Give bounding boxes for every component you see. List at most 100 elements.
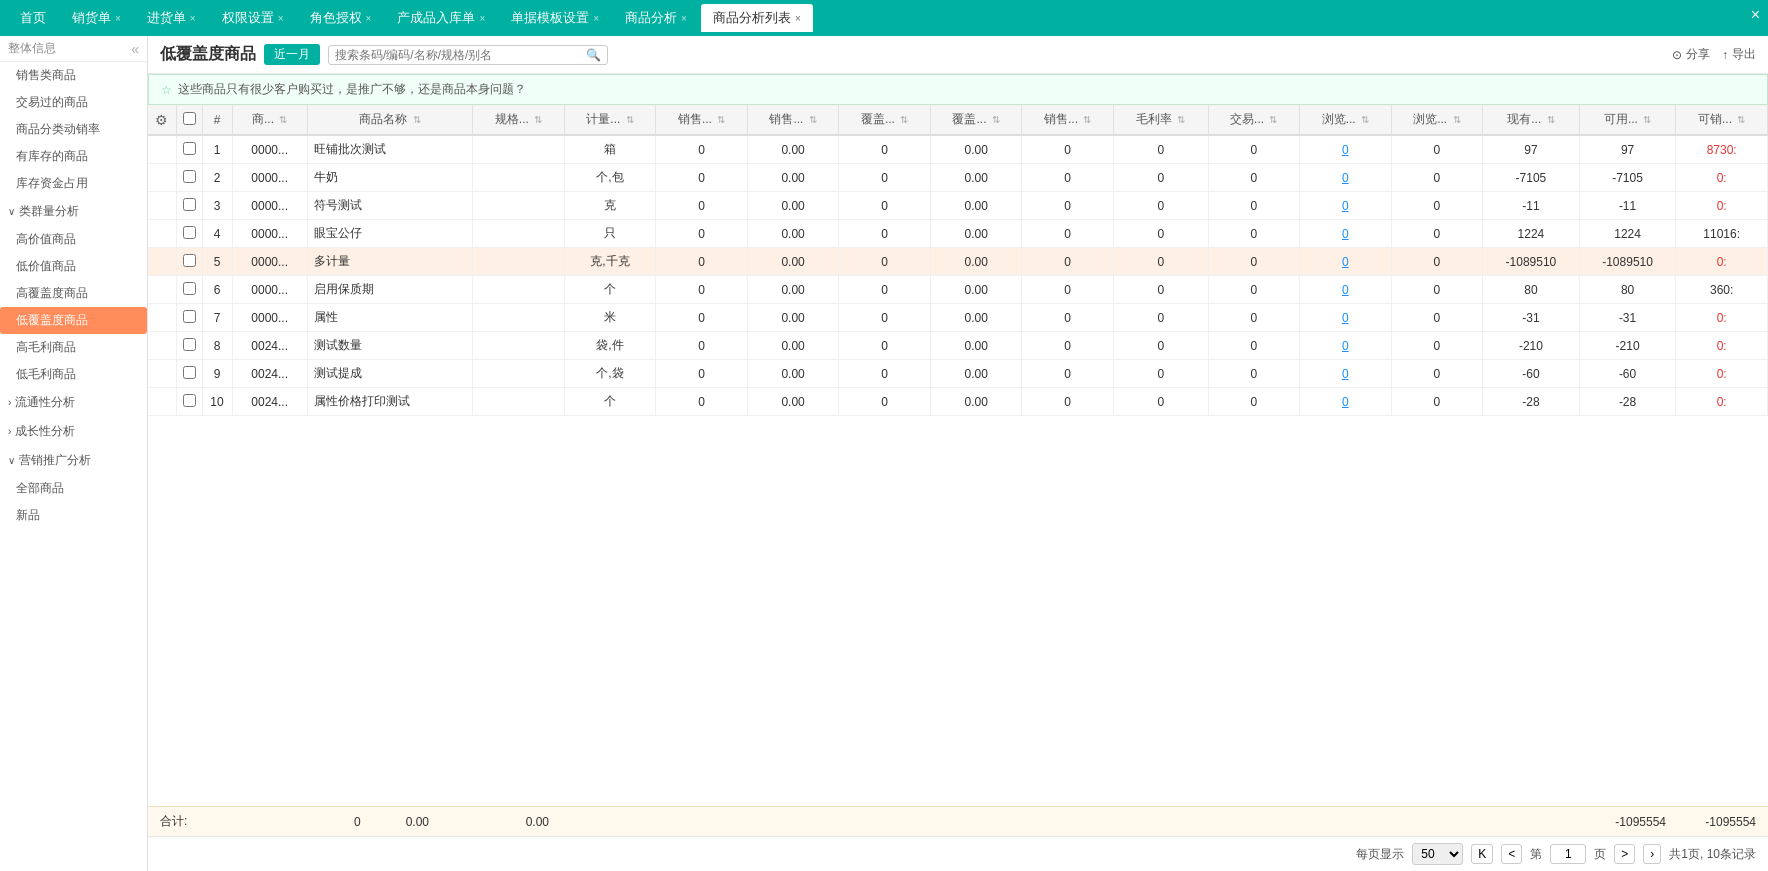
row-checkbox[interactable] [183, 170, 196, 183]
checkbox-cell[interactable] [176, 164, 202, 192]
page-size-select[interactable]: 50 100 200 [1412, 843, 1463, 865]
row-browse-count[interactable]: 0 [1300, 248, 1392, 276]
checkbox-cell[interactable] [176, 192, 202, 220]
nav-tab-analysis-list-close[interactable]: × [795, 13, 801, 24]
sidebar-item-low-value[interactable]: 低价值商品 [0, 253, 147, 280]
sidebar-item-category-rate[interactable]: 商品分类动销率 [0, 116, 147, 143]
row-browse-count[interactable]: 0 [1300, 192, 1392, 220]
checkbox-cell[interactable] [176, 276, 202, 304]
sidebar-item-new-goods[interactable]: 新品 [0, 502, 147, 529]
sidebar-section-growth: › 成长性分析 [0, 417, 147, 446]
gross-rate-column-header[interactable]: 毛利率 ⇅ [1113, 105, 1208, 135]
row-browse-count[interactable]: 0 [1300, 332, 1392, 360]
close-all-tabs-button[interactable]: × [1751, 6, 1760, 24]
checkbox-cell[interactable] [176, 332, 202, 360]
nav-tab-purchase-close[interactable]: × [190, 13, 196, 24]
row-checkbox[interactable] [183, 254, 196, 267]
row-browse-count[interactable]: 0 [1300, 304, 1392, 332]
checkbox-cell[interactable] [176, 135, 202, 164]
next-page-button[interactable]: > [1614, 844, 1635, 864]
checkbox-column-header[interactable] [176, 105, 202, 135]
available-stock-column-header[interactable]: 可用... ⇅ [1579, 105, 1676, 135]
row-browse-count[interactable]: 0 [1300, 360, 1392, 388]
checkbox-cell[interactable] [176, 220, 202, 248]
cover-qty-column-header[interactable]: 覆盖... ⇅ [839, 105, 931, 135]
row-checkbox[interactable] [183, 282, 196, 295]
row-browse-count[interactable]: 0 [1300, 220, 1392, 248]
row-checkbox[interactable] [183, 310, 196, 323]
nav-tab-sales[interactable]: 销货单 × [60, 4, 133, 32]
unit-column-header[interactable]: 计量... ⇅ [564, 105, 656, 135]
settings-cell [148, 164, 176, 192]
sidebar-item-high-coverage[interactable]: 高覆盖度商品 [0, 280, 147, 307]
sidebar-item-low-profit[interactable]: 低毛利商品 [0, 361, 147, 388]
row-checkbox[interactable] [183, 198, 196, 211]
nav-tab-products[interactable]: 产成品入库单 × [385, 4, 497, 32]
last-page-button[interactable]: › [1643, 844, 1661, 864]
row-browse-count[interactable]: 0 [1300, 135, 1392, 164]
row-cover-amount: 0.00 [930, 192, 1022, 220]
sidebar-section-marketing-header[interactable]: ∨ 营销推广分析 [0, 446, 147, 475]
sidebar-collapse-button[interactable]: « [131, 41, 139, 57]
sidebar-item-all-goods[interactable]: 全部商品 [0, 475, 147, 502]
spec-column-header[interactable]: 规格... ⇅ [473, 105, 565, 135]
sidebar-item-traded-goods[interactable]: 交易过的商品 [0, 89, 147, 116]
cover-amount-column-header[interactable]: 覆盖... ⇅ [930, 105, 1022, 135]
nav-tab-products-close[interactable]: × [479, 13, 485, 24]
row-browse-count[interactable]: 0 [1300, 388, 1392, 416]
browse-count-column-header[interactable]: 浏览... ⇅ [1300, 105, 1392, 135]
sidebar-item-capital[interactable]: 库存资金占用 [0, 170, 147, 197]
nav-tab-analysis-list[interactable]: 商品分析列表 × [701, 4, 813, 32]
row-checkbox[interactable] [183, 338, 196, 351]
nav-tab-roles-close[interactable]: × [366, 13, 372, 24]
row-browse-count[interactable]: 0 [1300, 276, 1392, 304]
nav-tab-purchase[interactable]: 进货单 × [135, 4, 208, 32]
row-checkbox[interactable] [183, 142, 196, 155]
sidebar-item-low-coverage[interactable]: 低覆盖度商品 [0, 307, 147, 334]
sidebar-section-flow-header[interactable]: › 流通性分析 [0, 388, 147, 417]
prev-page-button[interactable]: < [1501, 844, 1522, 864]
date-filter-button[interactable]: 近一月 [264, 44, 320, 65]
table-container[interactable]: ⚙ # 商... ⇅ 商品名称 ⇅ 规格... ⇅ 计量... ⇅ 销售... … [148, 105, 1768, 806]
sellable-column-header[interactable]: 可销... ⇅ [1676, 105, 1768, 135]
row-checkbox[interactable] [183, 394, 196, 407]
nav-tab-analysis-close[interactable]: × [681, 13, 687, 24]
sidebar-item-high-value[interactable]: 高价值商品 [0, 226, 147, 253]
name-column-header[interactable]: 商品名称 ⇅ [307, 105, 472, 135]
current-page-input[interactable] [1550, 844, 1586, 864]
sales-amount-column-header[interactable]: 销售... ⇅ [747, 105, 839, 135]
checkbox-cell[interactable] [176, 388, 202, 416]
checkbox-cell[interactable] [176, 360, 202, 388]
nav-tab-template[interactable]: 单据模板设置 × [499, 4, 611, 32]
checkbox-cell[interactable] [176, 248, 202, 276]
sales-qty-column-header[interactable]: 销售... ⇅ [656, 105, 748, 135]
nav-tab-roles[interactable]: 角色授权 × [298, 4, 384, 32]
sidebar-section-cluster-header[interactable]: ∨ 类群量分析 [0, 197, 147, 226]
current-stock-column-header[interactable]: 现有... ⇅ [1483, 105, 1580, 135]
sidebar-item-high-profit[interactable]: 高毛利商品 [0, 334, 147, 361]
sidebar-item-stock-goods[interactable]: 有库存的商品 [0, 143, 147, 170]
nav-tab-sales-close[interactable]: × [115, 13, 121, 24]
nav-tab-home[interactable]: 首页 [8, 4, 58, 32]
share-button[interactable]: ⊙ 分享 [1672, 46, 1710, 63]
row-checkbox[interactable] [183, 366, 196, 379]
search-input[interactable] [335, 48, 582, 62]
checkbox-cell[interactable] [176, 304, 202, 332]
code-column-header[interactable]: 商... ⇅ [232, 105, 307, 135]
browse-rate-column-header[interactable]: 浏览... ⇅ [1391, 105, 1483, 135]
export-button[interactable]: ↑ 导出 [1722, 46, 1756, 63]
settings-column-header[interactable]: ⚙ [148, 105, 176, 135]
nav-tab-template-close[interactable]: × [593, 13, 599, 24]
row-checkbox[interactable] [183, 226, 196, 239]
first-page-button[interactable]: K [1471, 844, 1493, 864]
row-browse-count[interactable]: 0 [1300, 164, 1392, 192]
nav-tab-permissions-close[interactable]: × [278, 13, 284, 24]
nav-tab-permissions[interactable]: 权限设置 × [210, 4, 296, 32]
search-icon[interactable]: 🔍 [586, 48, 601, 62]
sales-rate-column-header[interactable]: 销售... ⇅ [1022, 105, 1114, 135]
trade-count-column-header[interactable]: 交易... ⇅ [1208, 105, 1300, 135]
sidebar-section-growth-header[interactable]: › 成长性分析 [0, 417, 147, 446]
nav-tab-analysis[interactable]: 商品分析 × [613, 4, 699, 32]
select-all-checkbox[interactable] [183, 112, 196, 125]
sidebar-item-sales-goods[interactable]: 销售类商品 [0, 62, 147, 89]
